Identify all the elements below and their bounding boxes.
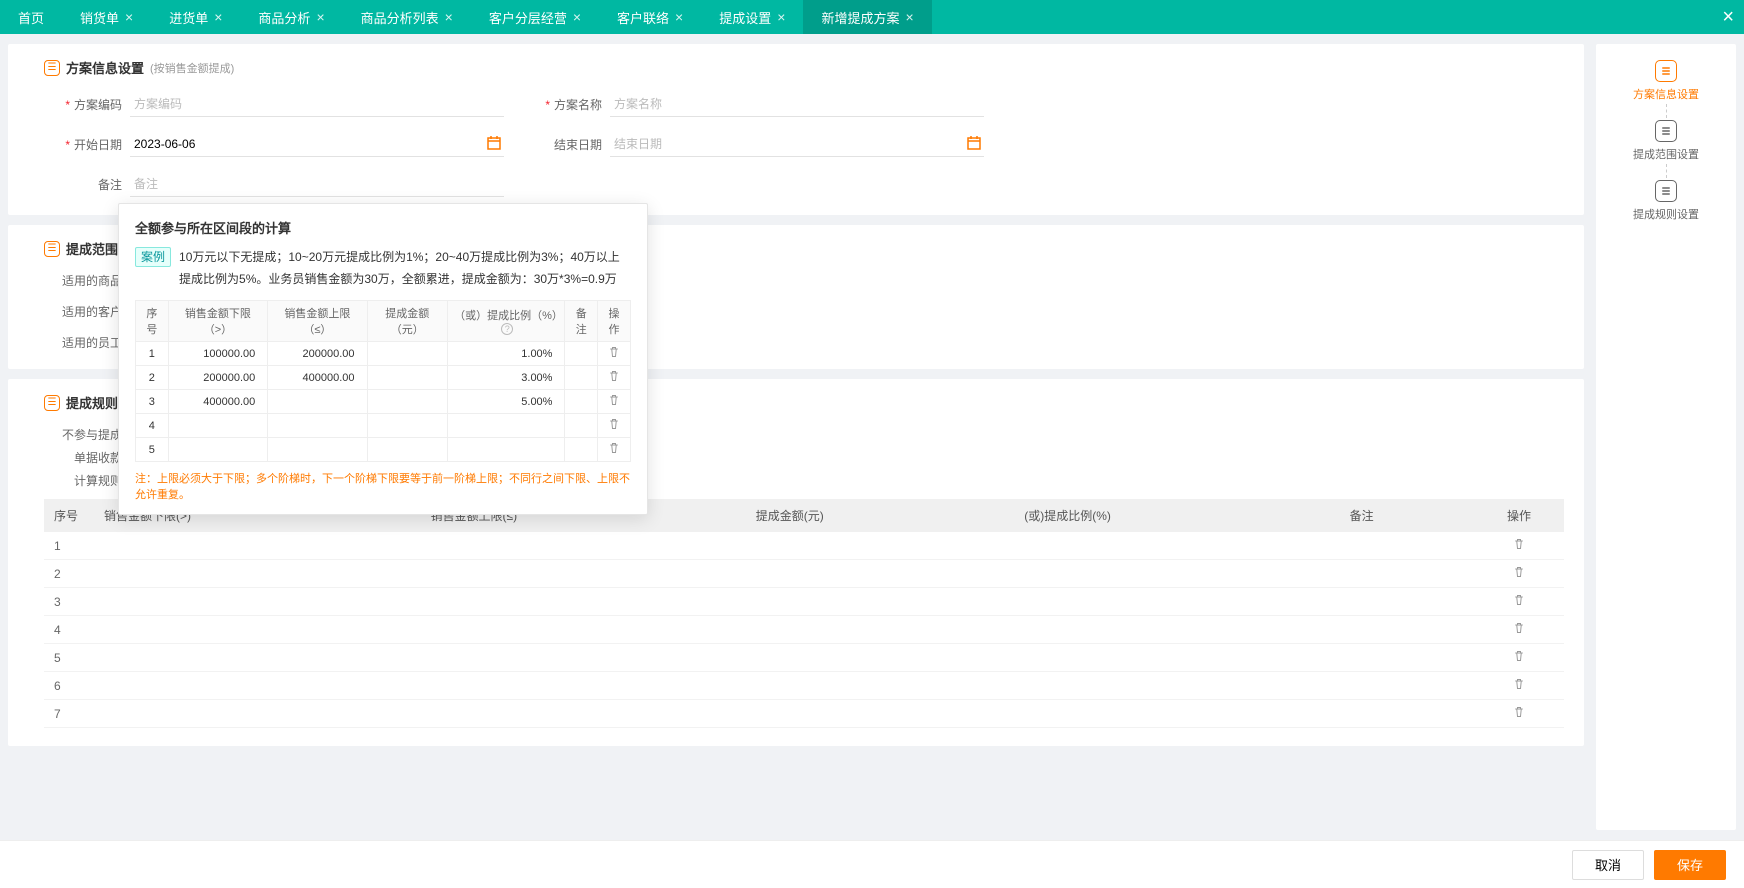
table-row[interactable]: 6 xyxy=(44,672,1564,700)
label-plan-code: 方案编码 xyxy=(44,96,130,113)
close-icon[interactable]: × xyxy=(905,9,913,25)
anchor-rules[interactable]: 提成规则设置 xyxy=(1633,180,1699,222)
example-popover: 全额参与所在区间段的计算 案例 10万元以下无提成；10~20万元提成比例为1%… xyxy=(118,203,648,515)
trash-icon[interactable] xyxy=(608,373,620,385)
example-text: 10万元以下无提成；10~20万元提成比例为1%；20~40万提成比例为3%；4… xyxy=(179,247,631,290)
trash-icon[interactable] xyxy=(608,397,620,409)
panel-rules: ☰ 提成规则设置 不参与提成 单据收款 计算规则 固定比例 区间超额提 区间全额… xyxy=(8,379,1584,746)
cancel-button[interactable]: 取消 xyxy=(1572,850,1644,880)
anchor-icon xyxy=(1655,60,1677,82)
panel-icon: ☰ xyxy=(44,60,60,76)
main-scroll[interactable]: ☰ 方案信息设置 (按销售金额提成) 方案编码 方案名称 开始日期 xyxy=(0,34,1596,840)
example-table: 序号 销售金额下限（>） 销售金额上限（≤） 提成金额（元） （或）提成比例（%… xyxy=(135,300,631,462)
table-row[interactable]: 1 xyxy=(44,532,1564,560)
example-tag: 案例 xyxy=(135,247,171,267)
panel-icon: ☰ xyxy=(44,395,60,411)
close-icon[interactable]: × xyxy=(125,9,133,25)
label-end-date: 结束日期 xyxy=(524,136,610,153)
panel-title: 方案信息设置 xyxy=(66,58,144,77)
trash-icon[interactable] xyxy=(1513,567,1525,581)
popover-title: 全额参与所在区间段的计算 xyxy=(135,218,631,237)
tab-new-commission-plan[interactable]: 新增提成方案× xyxy=(803,0,931,34)
table-row[interactable]: 7 xyxy=(44,700,1564,728)
table-row: 3400000.005.00% xyxy=(136,390,631,414)
calendar-icon[interactable] xyxy=(486,135,502,151)
tab-purchase-order[interactable]: 进货单× xyxy=(151,0,240,34)
tab-commission-settings[interactable]: 提成设置× xyxy=(701,0,803,34)
trash-icon[interactable] xyxy=(1513,707,1525,721)
trash-icon[interactable] xyxy=(608,445,620,457)
tab-home[interactable]: 首页 xyxy=(0,0,62,34)
tab-product-analysis-list[interactable]: 商品分析列表× xyxy=(343,0,471,34)
close-icon[interactable]: × xyxy=(214,9,222,25)
rules-table: 序号 销售金额下限(>) 销售金额上限(≤) 提成金额(元) (或)提成比例(%… xyxy=(44,499,1564,728)
footer-actions: 取消 保存 xyxy=(0,840,1744,888)
close-icon[interactable]: × xyxy=(316,9,324,25)
anchor-icon xyxy=(1655,120,1677,142)
plan-name-input[interactable] xyxy=(610,91,984,117)
info-icon[interactable]: ? xyxy=(501,323,513,335)
calendar-icon[interactable] xyxy=(966,135,982,151)
trash-icon[interactable] xyxy=(608,421,620,433)
tab-customer-contact[interactable]: 客户联络× xyxy=(599,0,701,34)
save-button[interactable]: 保存 xyxy=(1654,850,1726,880)
anchor-icon xyxy=(1655,180,1677,202)
tabbar-close-icon[interactable]: × xyxy=(1722,0,1734,34)
close-icon[interactable]: × xyxy=(675,9,683,25)
panel-plan-info: ☰ 方案信息设置 (按销售金额提成) 方案编码 方案名称 开始日期 xyxy=(8,44,1584,215)
trash-icon[interactable] xyxy=(1513,623,1525,637)
table-row[interactable]: 3 xyxy=(44,588,1564,616)
panel-subtitle: (按销售金额提成) xyxy=(150,60,234,76)
start-date-input[interactable] xyxy=(130,131,504,157)
table-row[interactable]: 4 xyxy=(44,616,1564,644)
end-date-input[interactable] xyxy=(610,131,984,157)
anchor-scope[interactable]: 提成范围设置 xyxy=(1633,120,1699,162)
table-row: 2200000.00400000.003.00% xyxy=(136,366,631,390)
table-row[interactable]: 5 xyxy=(44,644,1564,672)
table-row[interactable]: 2 xyxy=(44,560,1564,588)
close-icon[interactable]: × xyxy=(445,9,453,25)
tab-sales-order[interactable]: 销货单× xyxy=(62,0,151,34)
close-icon[interactable]: × xyxy=(777,9,785,25)
table-row: 4 xyxy=(136,414,631,438)
anchor-nav: 方案信息设置 提成范围设置 提成规则设置 xyxy=(1596,44,1736,830)
remark-input[interactable] xyxy=(130,171,504,197)
trash-icon[interactable] xyxy=(1513,539,1525,553)
popover-note: 注：上限必须大于下限；多个阶梯时，下一个阶梯下限要等于前一阶梯上限；不同行之间下… xyxy=(135,470,631,502)
tab-product-analysis[interactable]: 商品分析× xyxy=(240,0,342,34)
trash-icon[interactable] xyxy=(1513,651,1525,665)
panel-icon: ☰ xyxy=(44,241,60,257)
tab-customer-tier[interactable]: 客户分层经营× xyxy=(471,0,599,34)
trash-icon[interactable] xyxy=(1513,595,1525,609)
label-plan-name: 方案名称 xyxy=(524,96,610,113)
close-icon[interactable]: × xyxy=(573,9,581,25)
table-row: 1100000.00200000.001.00% xyxy=(136,342,631,366)
label-start-date: 开始日期 xyxy=(44,136,130,153)
tab-bar: 首页 销货单× 进货单× 商品分析× 商品分析列表× 客户分层经营× 客户联络×… xyxy=(0,0,1744,34)
trash-icon[interactable] xyxy=(1513,679,1525,693)
trash-icon[interactable] xyxy=(608,349,620,361)
label-remark: 备注 xyxy=(44,176,130,193)
plan-code-input[interactable] xyxy=(130,91,504,117)
anchor-plan-info[interactable]: 方案信息设置 xyxy=(1633,60,1699,102)
table-row: 5 xyxy=(136,438,631,462)
